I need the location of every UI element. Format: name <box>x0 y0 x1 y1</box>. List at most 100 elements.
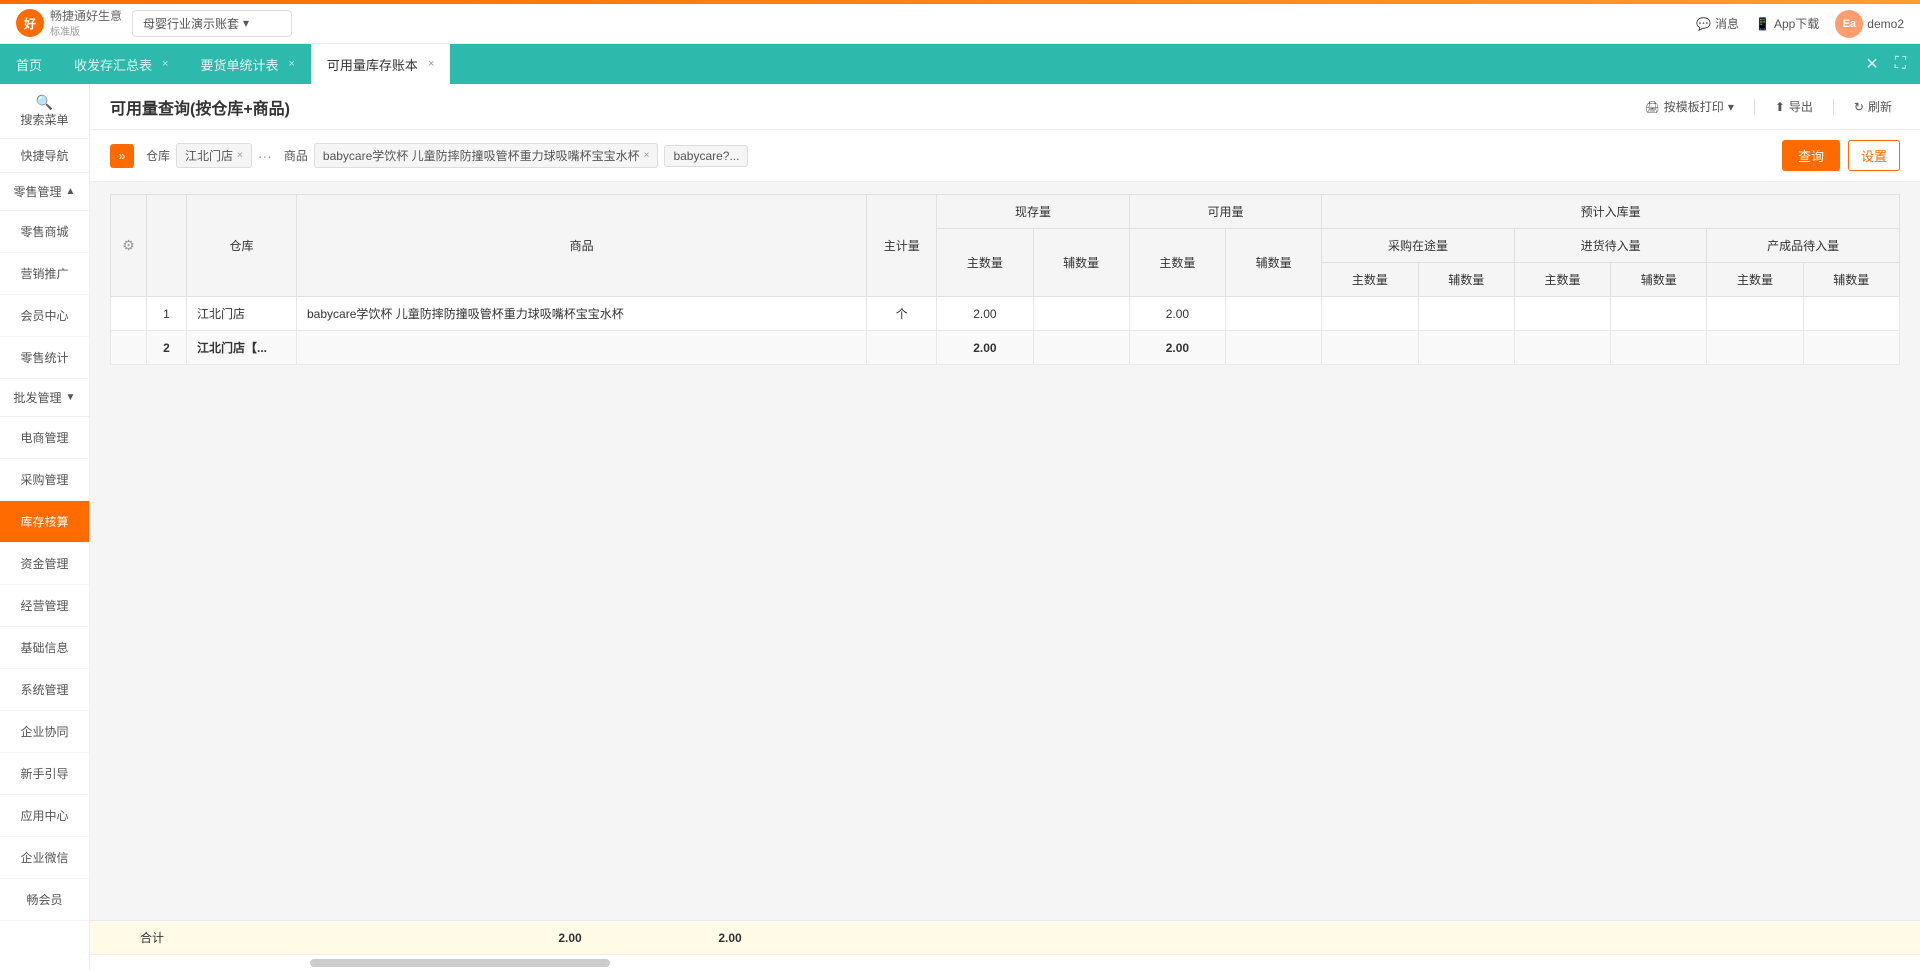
th-available-group: 可用量 <box>1129 195 1322 229</box>
row2-product <box>297 331 867 365</box>
sidebar-item-member[interactable]: 会员中心 <box>0 295 89 337</box>
nav-tabs: 首页 收发存汇总表 × 要货单统计表 × 可用量库存账本 × ✕ ⛶ <box>0 44 1920 84</box>
chevron-down-icon: ▼ <box>66 392 76 403</box>
th-index <box>147 195 187 297</box>
remove-warehouse-tag[interactable]: × <box>237 150 243 161</box>
page-header: 可用量查询(按仓库+商品) 🖨 按模板打印 ▾ ⬆ 导出 ↻ 刷新 <box>90 84 1920 130</box>
filter-toggle-button[interactable]: » <box>110 144 134 168</box>
scrollbar-area <box>90 954 1920 971</box>
sidebar-item-inventory-check[interactable]: 库存核算 <box>0 501 89 543</box>
chevron-down-icon: ▾ <box>243 16 249 30</box>
tab-income[interactable]: 收发存汇总表 × <box>58 44 184 84</box>
close-order-tab[interactable]: × <box>288 58 294 70</box>
sidebar-item-enterprise[interactable]: 企业协同 <box>0 711 89 753</box>
warehouse-tag[interactable]: 江北门店 × <box>176 143 252 168</box>
main-content: 可用量查询(按仓库+商品) 🖨 按模板打印 ▾ ⬆ 导出 ↻ 刷新 <box>90 84 1920 971</box>
sidebar-item-ecommerce[interactable]: 电商管理 <box>0 417 89 459</box>
th-unit: 主计量 <box>867 195 937 297</box>
product-tag2[interactable]: babycare?... <box>664 145 748 167</box>
th-incoming-aux: 辅数量 <box>1611 263 1707 297</box>
close-inventory-tab[interactable]: × <box>428 58 434 70</box>
message-icon: 💬 <box>1696 17 1711 31</box>
nav-tabs-right: ✕ ⛶ <box>1861 50 1920 78</box>
row2-finished-aux <box>1803 331 1899 365</box>
row1-unit: 个 <box>867 297 937 331</box>
row1-stock-main: 2.00 <box>937 297 1033 331</box>
user-menu[interactable]: Ea demo2 <box>1835 10 1904 38</box>
close-all-tabs[interactable]: ✕ <box>1861 50 1882 78</box>
th-incoming: 进货待入量 <box>1514 229 1707 263</box>
th-purchase-main: 主数量 <box>1322 263 1418 297</box>
product-tag1[interactable]: babycare学饮杯 儿童防摔防撞吸管杯重力球吸嘴杯宝宝水杯 × <box>314 143 659 168</box>
chevron-up-icon: ▲ <box>66 186 76 197</box>
sidebar-item-basic-info[interactable]: 基础信息 <box>0 627 89 669</box>
expand-tabs[interactable]: ⛶ <box>1891 51 1910 77</box>
gear-icon[interactable]: ⚙ <box>122 237 135 253</box>
warehouse-more[interactable]: ··· <box>258 148 272 164</box>
sidebar-item-retail-stats[interactable]: 零售统计 <box>0 337 89 379</box>
sidebar-item-marketing[interactable]: 营销推广 <box>0 253 89 295</box>
query-button[interactable]: 查询 <box>1782 140 1840 171</box>
remove-product-tag1[interactable]: × <box>644 150 650 161</box>
row1-stock-aux <box>1033 297 1129 331</box>
tab-home[interactable]: 首页 <box>0 44 58 84</box>
th-warehouse: 仓库 <box>187 195 297 297</box>
row2-incoming-aux <box>1611 331 1707 365</box>
search-menu[interactable]: 🔍 搜索菜单 <box>0 84 89 139</box>
th-incoming-main: 主数量 <box>1514 263 1610 297</box>
footer-values: 2.00 2.00 <box>270 931 1900 945</box>
top-header: 好 畅捷通好生意 标准版 母婴行业演示账套 ▾ 💬 消息 📱 App下载 Ea … <box>0 4 1920 44</box>
th-finished-main: 主数量 <box>1707 263 1803 297</box>
sidebar-item-system[interactable]: 系统管理 <box>0 669 89 711</box>
refresh-icon: ↻ <box>1854 100 1864 114</box>
refresh-button[interactable]: ↻ 刷新 <box>1846 94 1900 119</box>
message-button[interactable]: 💬 消息 <box>1696 15 1739 32</box>
logo-text-area: 畅捷通好生意 标准版 <box>50 9 122 38</box>
print-button[interactable]: 🖨 按模板打印 ▾ <box>1637 94 1742 119</box>
th-product: 商品 <box>297 195 867 297</box>
sidebar-item-new-guide[interactable]: 新手引导 <box>0 753 89 795</box>
sidebar-item-app-center[interactable]: 应用中心 <box>0 795 89 837</box>
footer-stock-aux <box>610 931 690 945</box>
th-avail-main: 主数量 <box>1129 229 1225 297</box>
row1-finished-aux <box>1803 297 1899 331</box>
company-selector[interactable]: 母婴行业演示账套 ▾ <box>132 10 292 37</box>
settings-button[interactable]: 设置 <box>1848 140 1900 171</box>
sidebar-item-retail-mall[interactable]: 零售商城 <box>0 211 89 253</box>
row2-stock-main: 2.00 <box>937 331 1033 365</box>
logo-name: 畅捷通好生意 <box>50 9 122 23</box>
row2-purchase-aux <box>1418 331 1514 365</box>
warehouse-filter: 仓库 江北门店 × ··· <box>146 143 272 168</box>
row2-avail-aux <box>1226 331 1322 365</box>
tab-order[interactable]: 要货单统计表 × <box>184 44 310 84</box>
sidebar-item-wholesale[interactable]: 批发管理 ▼ <box>0 379 89 417</box>
app-download-button[interactable]: 📱 App下载 <box>1755 15 1819 32</box>
table-footer: 合计 2.00 2.00 <box>90 920 1920 954</box>
horizontal-scrollbar[interactable] <box>310 959 610 967</box>
sidebar-item-finance[interactable]: 资金管理 <box>0 543 89 585</box>
avatar: Ea <box>1835 10 1863 38</box>
product-label: 商品 <box>284 147 308 164</box>
sidebar-item-member2[interactable]: 畅会员 <box>0 879 89 921</box>
sidebar-item-retail-mgmt[interactable]: 零售管理 ▲ <box>0 173 89 211</box>
sidebar-item-operations[interactable]: 经营管理 <box>0 585 89 627</box>
sidebar-item-purchase[interactable]: 采购管理 <box>0 459 89 501</box>
sidebar-item-quick-nav[interactable]: 快捷导航 <box>0 139 89 173</box>
export-button[interactable]: ⬆ 导出 <box>1767 94 1821 119</box>
th-finished: 产成品待入量 <box>1707 229 1900 263</box>
row2-avail-main: 2.00 <box>1129 331 1225 365</box>
close-income-tab[interactable]: × <box>162 58 168 70</box>
th-settings: ⚙ <box>111 195 147 297</box>
table-row: 1 江北门店 babycare学饮杯 儿童防摔防撞吸管杯重力球吸嘴杯宝宝水杯 个… <box>111 297 1900 331</box>
th-finished-aux: 辅数量 <box>1803 263 1899 297</box>
sidebar-item-enterprise-wechat[interactable]: 企业微信 <box>0 837 89 879</box>
tab-inventory[interactable]: 可用量库存账本 × <box>311 44 450 84</box>
th-purchase-transit: 采购在途量 <box>1322 229 1515 263</box>
main-layout: 🔍 搜索菜单 快捷导航 零售管理 ▲ 零售商城 营销推广 会员中心 零售统计 批… <box>0 84 1920 971</box>
row2-incoming-main <box>1514 331 1610 365</box>
logo-badge: 标准版 <box>50 23 122 38</box>
table-container[interactable]: ⚙ 仓库 商品 主计量 现存量 可用量 预计入库量 主数量 辅数量 主数量 <box>90 182 1920 920</box>
row2-unit <box>867 331 937 365</box>
row1-index: 1 <box>147 297 187 331</box>
logo-icon: 好 <box>16 9 44 37</box>
